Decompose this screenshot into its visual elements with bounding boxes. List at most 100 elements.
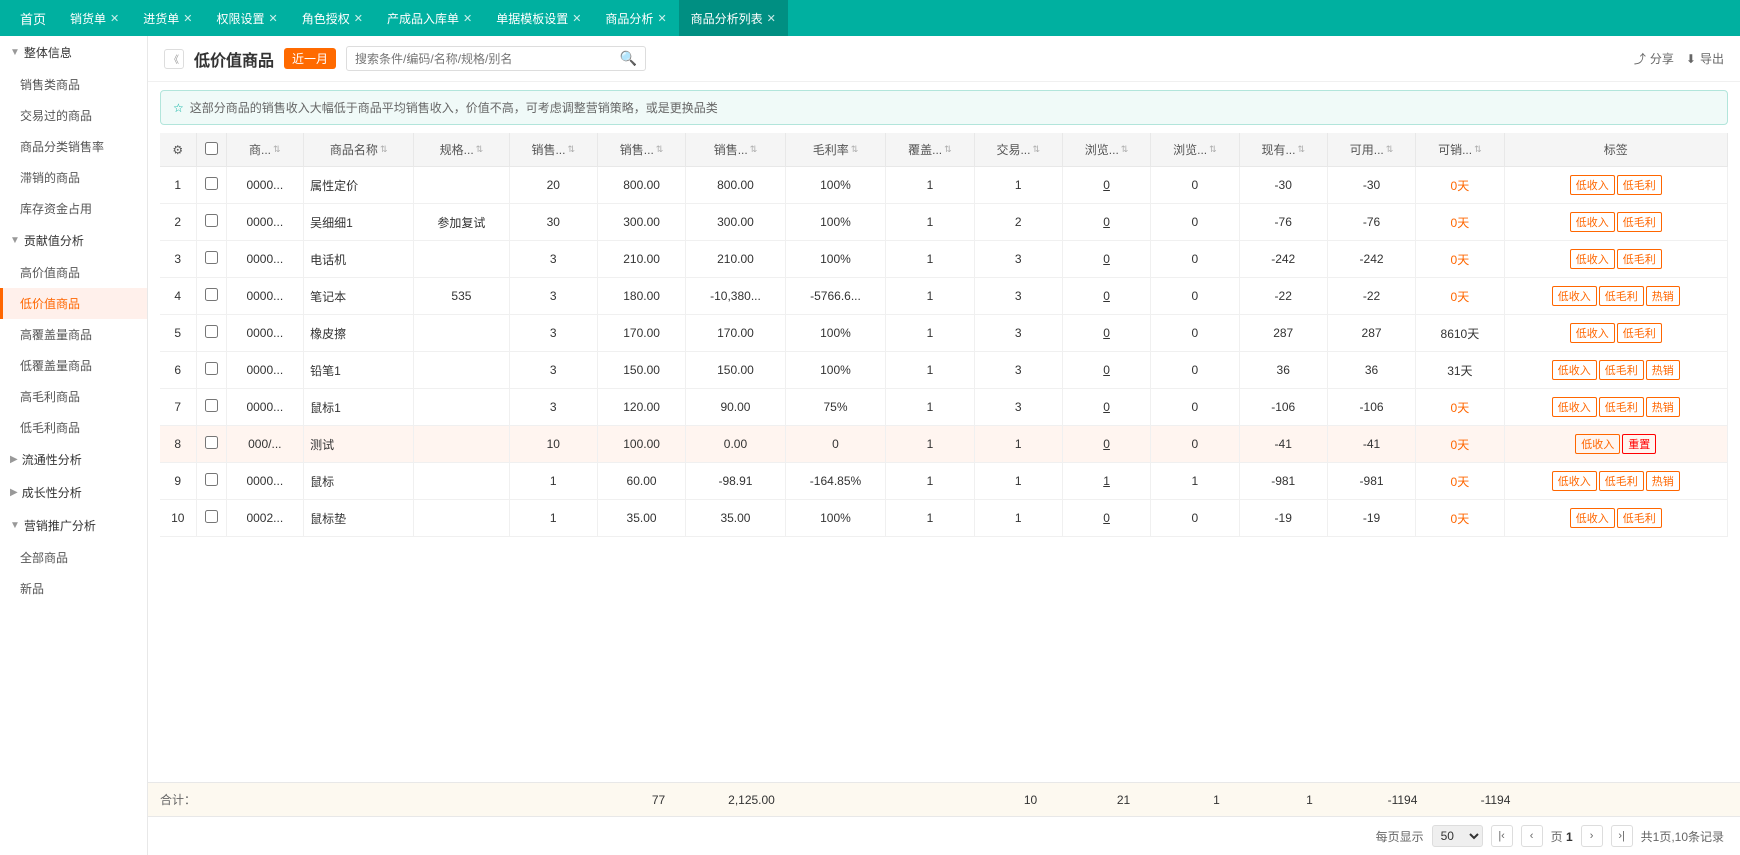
- sidebar-group-marketing[interactable]: ▼ 营销推广分析: [0, 509, 147, 542]
- col-qty[interactable]: 销售...⇅: [509, 133, 597, 167]
- browse1-link[interactable]: 0: [1103, 511, 1110, 525]
- prev-page-button[interactable]: ‹: [1521, 825, 1543, 847]
- row-checkbox[interactable]: [205, 399, 218, 412]
- sidebar-item-high-profit[interactable]: 高毛利商品: [0, 381, 147, 412]
- cell-amount: 210.00: [686, 241, 785, 278]
- row-checkbox[interactable]: [205, 473, 218, 486]
- nav-template-settings[interactable]: 单据模板设置 ✕: [484, 0, 593, 36]
- nav-product-analysis-list[interactable]: 商品分析列表 ✕: [679, 0, 788, 36]
- cell-available: -22: [1327, 278, 1415, 315]
- close-product-analysis-icon[interactable]: ✕: [657, 12, 666, 25]
- row-checkbox[interactable]: [205, 436, 218, 449]
- cell-name: 橡皮擦: [304, 315, 414, 352]
- close-permission-settings-icon[interactable]: ✕: [269, 12, 278, 25]
- sidebar-item-low-coverage[interactable]: 低覆盖量商品: [0, 350, 147, 381]
- sidebar-group-contribution[interactable]: ▼ 贡献值分析: [0, 224, 147, 257]
- browse1-link[interactable]: 0: [1103, 363, 1110, 377]
- cell-checkbox[interactable]: [196, 463, 226, 500]
- close-sales-order-icon[interactable]: ✕: [110, 12, 119, 25]
- browse1-link[interactable]: 0: [1103, 289, 1110, 303]
- nav-sales-order[interactable]: 销货单 ✕: [58, 0, 131, 36]
- nav-home[interactable]: 首页: [8, 0, 58, 36]
- sidebar-item-sales-goods[interactable]: 销售类商品: [0, 69, 147, 100]
- filter-recent-month-button[interactable]: 近一月: [284, 48, 336, 69]
- cell-checkbox[interactable]: [196, 204, 226, 241]
- sidebar-item-stock-capital[interactable]: 库存资金占用: [0, 193, 147, 224]
- sidebar-item-slow-goods[interactable]: 滞销的商品: [0, 162, 147, 193]
- close-role-auth-icon[interactable]: ✕: [354, 12, 363, 25]
- sidebar-group-growth[interactable]: ▶ 成长性分析: [0, 476, 147, 509]
- close-product-storage-icon[interactable]: ✕: [463, 12, 472, 25]
- browse1-link[interactable]: 1: [1103, 474, 1110, 488]
- browse1-link[interactable]: 0: [1103, 326, 1110, 340]
- sidebar-item-category-rate[interactable]: 商品分类销售率: [0, 131, 147, 162]
- col-amount[interactable]: 销售...⇅: [686, 133, 785, 167]
- cell-checkbox[interactable]: [196, 167, 226, 204]
- cell-amount: 90.00: [686, 389, 785, 426]
- sidebar-group-overall[interactable]: ▼ 整体信息: [0, 36, 147, 69]
- col-browse1[interactable]: 浏览...⇅: [1062, 133, 1150, 167]
- next-page-button[interactable]: ›: [1581, 825, 1603, 847]
- sidebar-item-low-value[interactable]: 低价值商品: [0, 288, 147, 319]
- col-available[interactable]: 可用...⇅: [1327, 133, 1415, 167]
- sidebar-group-circulation[interactable]: ▶ 流通性分析: [0, 443, 147, 476]
- total-saleable: [1542, 793, 1635, 807]
- cell-checkbox[interactable]: [196, 315, 226, 352]
- sidebar-item-high-coverage[interactable]: 高覆盖量商品: [0, 319, 147, 350]
- browse1-link[interactable]: 0: [1103, 252, 1110, 266]
- close-purchase-order-icon[interactable]: ✕: [183, 12, 192, 25]
- cell-checkbox[interactable]: [196, 500, 226, 537]
- row-checkbox[interactable]: [205, 325, 218, 338]
- col-spec[interactable]: 规格...⇅: [414, 133, 509, 167]
- first-page-button[interactable]: |‹: [1491, 825, 1513, 847]
- close-template-settings-icon[interactable]: ✕: [572, 12, 581, 25]
- row-checkbox[interactable]: [205, 177, 218, 190]
- cell-checkbox[interactable]: [196, 278, 226, 315]
- row-checkbox[interactable]: [205, 510, 218, 523]
- cell-checkbox[interactable]: [196, 241, 226, 278]
- export-button[interactable]: ⬇ 导出: [1686, 50, 1724, 67]
- nav-role-auth[interactable]: 角色授权 ✕: [290, 0, 375, 36]
- select-all-checkbox[interactable]: [205, 142, 218, 155]
- nav-purchase-order[interactable]: 进货单 ✕: [131, 0, 204, 36]
- cell-checkbox[interactable]: [196, 426, 226, 463]
- col-saleable[interactable]: 可销...⇅: [1416, 133, 1504, 167]
- close-product-analysis-list-icon[interactable]: ✕: [767, 12, 776, 25]
- col-cover[interactable]: 覆盖...⇅: [886, 133, 974, 167]
- nav-product-storage[interactable]: 产成品入库单 ✕: [375, 0, 484, 36]
- sidebar-item-high-value[interactable]: 高价值商品: [0, 257, 147, 288]
- col-current[interactable]: 现有...⇅: [1239, 133, 1327, 167]
- page-title: 低价值商品: [194, 47, 274, 71]
- row-checkbox[interactable]: [205, 288, 218, 301]
- sidebar-item-all-goods[interactable]: 全部商品: [0, 542, 147, 573]
- search-icon[interactable]: 🔍: [620, 50, 637, 67]
- browse1-link[interactable]: 0: [1103, 400, 1110, 414]
- page-size-select[interactable]: 50 100 200: [1432, 825, 1483, 847]
- col-settings[interactable]: ⚙: [160, 133, 196, 167]
- col-name[interactable]: 商品名称⇅: [304, 133, 414, 167]
- sidebar-item-new-goods[interactable]: 新品: [0, 573, 147, 604]
- browse1-link[interactable]: 0: [1103, 437, 1110, 451]
- col-price[interactable]: 销售...⇅: [597, 133, 685, 167]
- cell-checkbox[interactable]: [196, 389, 226, 426]
- col-code[interactable]: 商...⇅: [226, 133, 304, 167]
- collapse-sidebar-button[interactable]: 《: [164, 49, 184, 69]
- nav-permission-settings[interactable]: 权限设置 ✕: [204, 0, 289, 36]
- search-input[interactable]: [355, 52, 616, 66]
- col-gross-rate[interactable]: 毛利率⇅: [785, 133, 886, 167]
- row-checkbox[interactable]: [205, 251, 218, 264]
- row-checkbox[interactable]: [205, 214, 218, 227]
- cell-checkbox[interactable]: [196, 352, 226, 389]
- col-checkbox[interactable]: [196, 133, 226, 167]
- nav-product-analysis[interactable]: 商品分析 ✕: [593, 0, 678, 36]
- sidebar-item-traded-goods[interactable]: 交易过的商品: [0, 100, 147, 131]
- cell-spec: [414, 167, 509, 204]
- share-button[interactable]: ⤴ 分享: [1634, 50, 1674, 67]
- last-page-button[interactable]: ›|: [1611, 825, 1633, 847]
- browse1-link[interactable]: 0: [1103, 215, 1110, 229]
- col-browse2[interactable]: 浏览...⇅: [1151, 133, 1239, 167]
- sidebar-item-low-profit[interactable]: 低毛利商品: [0, 412, 147, 443]
- browse1-link[interactable]: 0: [1103, 178, 1110, 192]
- col-trade[interactable]: 交易...⇅: [974, 133, 1062, 167]
- row-checkbox[interactable]: [205, 362, 218, 375]
